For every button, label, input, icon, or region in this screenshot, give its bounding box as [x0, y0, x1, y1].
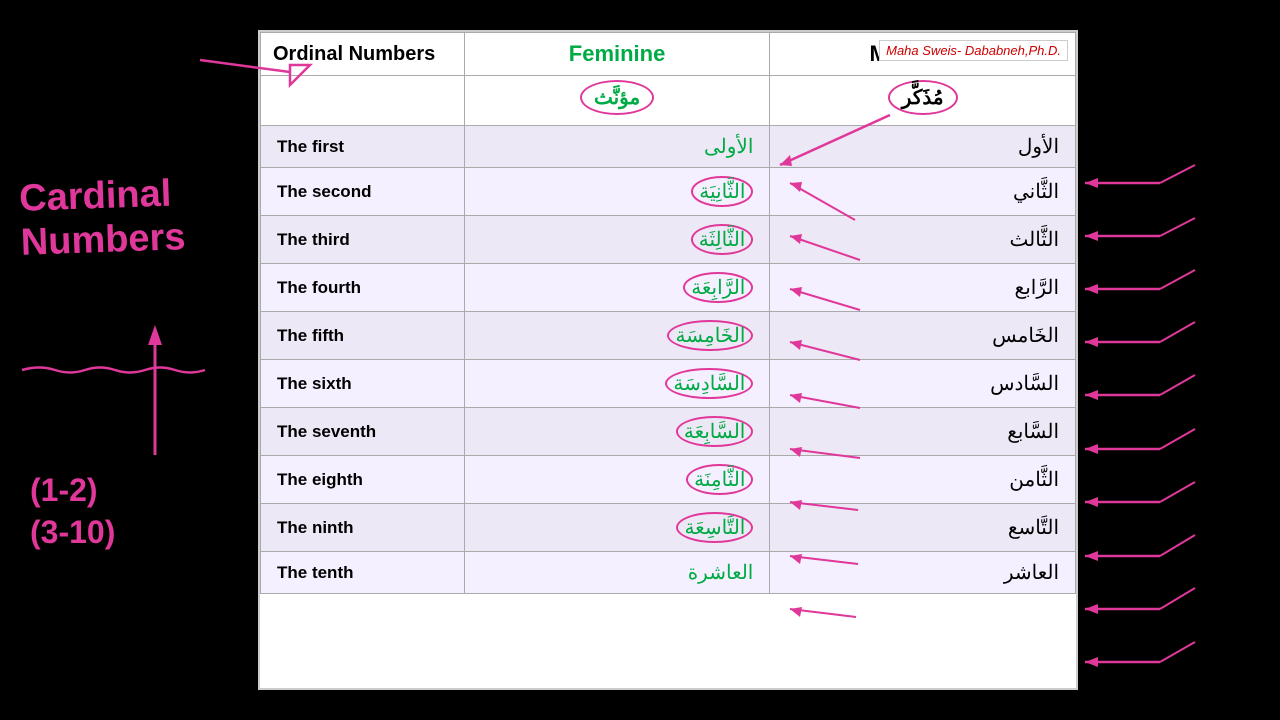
- ordinal-cell: The sixth: [261, 360, 465, 408]
- ordinal-cell: The eighth: [261, 456, 465, 504]
- table-row: The seventh السَّابِعَة السَّابع: [261, 408, 1076, 456]
- feminine-cell: الثَّانِيَة: [464, 168, 770, 216]
- ordinal-cell: The fifth: [261, 312, 465, 360]
- circled-feminine-text: الثَّامِنَة: [686, 464, 753, 495]
- table-row: The ninth التَّاسِعَة التَّاسع: [261, 504, 1076, 552]
- circled-feminine-text: الرَّابِعَة: [683, 272, 753, 303]
- range-line2: (3-10): [30, 512, 115, 554]
- table-row: The second الثَّانِيَة الثَّاني: [261, 168, 1076, 216]
- feminine-cell: الرَّابِعَة: [464, 264, 770, 312]
- circled-feminine-text: السَّابِعَة: [676, 416, 754, 447]
- masculine-cell: الثَّامن: [770, 456, 1076, 504]
- circled-feminine-text: السَّادِسَة: [665, 368, 753, 399]
- table-body: The firstالأولىالأولThe secondالثَّانِيَ…: [261, 126, 1076, 594]
- range-line1: (1-2): [30, 470, 115, 512]
- feminine-arabic-label: مؤنَّث: [580, 80, 654, 115]
- ordinal-cell: The first: [261, 126, 465, 168]
- circled-feminine-text: الثَّالِثَة: [691, 224, 754, 255]
- circled-feminine-text: التَّاسِعَة: [676, 512, 753, 543]
- ordinal-cell: The fourth: [261, 264, 465, 312]
- masculine-cell: الأول: [770, 126, 1076, 168]
- feminine-cell: العاشرة: [464, 552, 770, 594]
- masculine-cell: الرَّابع: [770, 264, 1076, 312]
- cardinal-line1: Cardinal: [19, 172, 185, 221]
- masculine-cell: العاشر: [770, 552, 1076, 594]
- ordinal-cell: The ninth: [261, 504, 465, 552]
- feminine-cell: الأولى: [464, 126, 770, 168]
- ordinal-cell: The seventh: [261, 408, 465, 456]
- masculine-cell: السَّادس: [770, 360, 1076, 408]
- masculine-cell: الثَّاني: [770, 168, 1076, 216]
- feminine-header: Feminine: [464, 33, 770, 76]
- masculine-cell: الثَّالث: [770, 216, 1076, 264]
- masculine-cell: الخَامس: [770, 312, 1076, 360]
- table-row: The eighth الثَّامِنَة الثَّامن: [261, 456, 1076, 504]
- masculine-arabic-label: مُذَكَّر: [888, 80, 958, 115]
- ordinal-header: Ordinal Numbers: [261, 33, 465, 76]
- cardinal-numbers-annotation: Cardinal Numbers: [19, 172, 187, 265]
- table-subheader-row: مؤنَّث مُذَكَّر: [261, 76, 1076, 126]
- feminine-arabic-subheader: مؤنَّث: [464, 76, 770, 126]
- circled-feminine-text: الثَّانِيَة: [691, 176, 753, 207]
- ordinal-numbers-table: Ordinal Numbers Feminine Masculine مؤنَّ…: [260, 32, 1076, 594]
- ordinal-cell: The tenth: [261, 552, 465, 594]
- table-row: The fifth الخَامِسَة الخَامس: [261, 312, 1076, 360]
- table-row: The firstالأولىالأول: [261, 126, 1076, 168]
- feminine-cell: التَّاسِعَة: [464, 504, 770, 552]
- table-row: The fourth الرَّابِعَة الرَّابع: [261, 264, 1076, 312]
- feminine-cell: السَّابِعَة: [464, 408, 770, 456]
- feminine-cell: الخَامِسَة: [464, 312, 770, 360]
- watermark: Maha Sweis- Dababneh,Ph.D.: [879, 40, 1068, 61]
- ordinal-cell: The second: [261, 168, 465, 216]
- cardinal-line2: Numbers: [20, 216, 186, 265]
- ordinal-subheader: [261, 76, 465, 126]
- table-row: The third الثَّالِثَة الثَّالث: [261, 216, 1076, 264]
- table-row: The tenthالعاشرةالعاشر: [261, 552, 1076, 594]
- main-table-container: Maha Sweis- Dababneh,Ph.D. Ordinal Numbe…: [258, 30, 1078, 690]
- feminine-cell: السَّادِسَة: [464, 360, 770, 408]
- circled-feminine-text: الخَامِسَة: [667, 320, 753, 351]
- ordinal-cell: The third: [261, 216, 465, 264]
- table-row: The sixth السَّادِسَة السَّادس: [261, 360, 1076, 408]
- feminine-cell: الثَّالِثَة: [464, 216, 770, 264]
- masculine-cell: السَّابع: [770, 408, 1076, 456]
- range-annotation: (1-2) (3-10): [30, 470, 115, 553]
- feminine-cell: الثَّامِنَة: [464, 456, 770, 504]
- masculine-arabic-subheader: مُذَكَّر: [770, 76, 1076, 126]
- masculine-cell: التَّاسع: [770, 504, 1076, 552]
